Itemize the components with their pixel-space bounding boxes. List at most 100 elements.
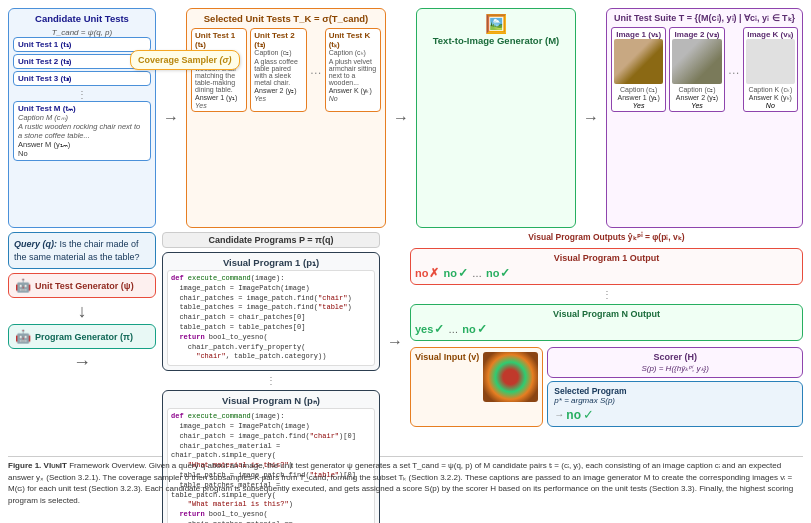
sel-test-k-answer-val: No <box>329 95 377 102</box>
check-icon-3: ✓ <box>434 322 444 336</box>
unit-test-suite-title: Unit Test Suite T = {(M(cᵢ), yᵢ) | ∀cᵢ, … <box>611 13 798 23</box>
suite-image-k-placeholder <box>746 39 795 84</box>
candidate-test-2-label: Unit Test 2 (t₂) <box>18 57 146 66</box>
suite-images-row: Image 1 (v₁) Caption (c₁) Answer 1 (y₁) … <box>611 27 798 112</box>
vp1-out-no-check-k: no ✓ <box>486 266 510 280</box>
candidate-programs-label: Candidate Programs P = π(q) <box>162 232 380 248</box>
sel-test-2-caption-id: Caption (c₂) <box>254 49 302 57</box>
program-gen-icon: 🤖 <box>15 329 31 344</box>
suite-image-k-answer-val: No <box>746 102 795 109</box>
cross-icon-1: ✗ <box>429 266 439 280</box>
vp1-out-no-check: no ✓ <box>443 266 467 280</box>
arrow-utgen-to-proggen: ↓ <box>8 302 156 320</box>
result-no: no <box>566 408 581 422</box>
selected-tests-row: Unit Test 1 (t₁) Caption (c₁) A sturdy w… <box>191 28 381 112</box>
t2i-icon: 🖼️ <box>421 13 571 35</box>
vpn-title: Visual Program N (pₙ) <box>167 395 375 406</box>
vp1-code: def execute_command(image): image_patch … <box>167 270 375 366</box>
suite-image-k: Image K (vₖ) Caption K (cₖ) Answer K (yₖ… <box>743 27 798 112</box>
sel-test-k-answer-label: Answer K (yₖ) <box>329 87 377 95</box>
output-dots-n: … <box>448 324 458 335</box>
left-col: Query (q): Is the chair made of the same… <box>8 232 156 452</box>
no-text-n: no <box>462 323 475 335</box>
candidate-test-1-label: Unit Test 1 (t₁) <box>18 40 146 49</box>
sel-test-2-label: Unit Test 2 (t₂) <box>254 31 302 49</box>
arrow-selected-to-t2i: → <box>392 8 410 228</box>
outputs-col: Visual Program Outputs ŷₖᵖⁱ = φ(pᵢ, vₖ) … <box>410 232 803 452</box>
selected-prog-result: → no ✓ <box>554 407 796 422</box>
sel-test-k-caption-id: Caption (cₖ) <box>329 49 377 57</box>
coverage-sampler-bubble: Coverage Sampler (σ) <box>130 50 240 70</box>
suite-image-k-answer-label: Answer K (yₖ) <box>746 94 795 102</box>
sel-test-1-answer-label: Answer 1 (y₁) <box>195 94 243 102</box>
check-icon-4: ✓ <box>477 322 487 336</box>
bottom-row: Query (q): Is the chair made of the same… <box>8 232 803 452</box>
scorer-box: Scorer (H) S(p) = H({hŷₖᵖⁱ, yₖ}) <box>547 347 803 378</box>
vp-outputs-header: Visual Program Outputs ŷₖᵖⁱ = φ(pᵢ, vₖ) <box>410 232 803 242</box>
dots-between-outputs: ⋮ <box>410 289 803 300</box>
candidate-test-3: Unit Test 3 (t₃) <box>13 71 151 86</box>
suite-image-1-label: Image 1 (v₁) <box>614 30 663 39</box>
candidate-test-m: Unit Test M (tₘ) Caption M (cₘ) A rustic… <box>13 101 151 161</box>
candidate-test-m-answer-val: No <box>18 149 146 158</box>
vp1-output-title: Visual Program 1 Output <box>415 253 798 263</box>
candidate-test-m-answer-label: Answer M (y₁ₘ) <box>18 140 146 149</box>
check-icon-2: ✓ <box>500 266 510 280</box>
visual-program-n-box: Visual Program N (pₙ) def execute_comman… <box>162 390 380 523</box>
candidate-test-m-caption: A rustic wooden rocking chair next to a … <box>18 122 146 140</box>
main-container: Candidate Unit Tests T_cand = ψ(q, p) Un… <box>0 0 811 523</box>
scorer-section: Visual Input (v) Scorer (H) S(p) = H({hŷ… <box>410 347 803 427</box>
dots-between-suite-images: … <box>728 27 740 112</box>
candidate-test-3-label: Unit Test 3 (t₃) <box>18 74 146 83</box>
arrow-proggen-out: → <box>8 353 156 371</box>
candidate-unit-tests-formula: T_cand = ψ(q, p) <box>13 28 151 37</box>
visual-programs-col: Candidate Programs P = π(q) Visual Progr… <box>162 232 380 452</box>
sel-test-2-answer-label: Answer 2 (y₂) <box>254 87 302 95</box>
query-box: Query (q): Is the chair made of the same… <box>8 232 156 269</box>
scorer-formula: S(p) = H({hŷₖᵖⁱ, yₖ}) <box>554 364 796 373</box>
arrow-programs-to-outputs: → <box>386 232 404 452</box>
program-gen-label: Program Generator (π) <box>35 332 133 342</box>
vpn-out-yes-check: yes ✓ <box>415 322 444 336</box>
figure-caption-text: Framework Overview. Given a query q abou… <box>8 461 793 505</box>
vp1-output-row: no ✗ no ✓ … no ✓ <box>415 266 798 280</box>
sel-test-1-answer-val: Yes <box>195 102 243 109</box>
t2i-generator-title: Text-to-Image Generator (M) <box>421 35 571 46</box>
unit-test-gen-label: Unit Test Generator (ψ) <box>35 281 134 291</box>
suite-image-k-label: Image K (vₖ) <box>746 30 795 39</box>
sel-test-1-label: Unit Test 1 (t₁) <box>195 31 243 49</box>
suite-image-1: Image 1 (v₁) Caption (c₁) Answer 1 (y₁) … <box>611 27 666 112</box>
vp1-out-no-cross: no ✗ <box>415 266 439 280</box>
suite-image-1-caption: Caption (c₁) <box>614 86 663 94</box>
vp1-title: Visual Program 1 (p₁) <box>167 257 375 268</box>
suite-image-1-placeholder <box>614 39 663 84</box>
sel-test-k: Unit Test K (tₖ) Caption (cₖ) A plush ve… <box>325 28 381 112</box>
visual-input-box: Visual Input (v) <box>410 347 543 427</box>
dots-between-programs: ⋮ <box>162 375 380 386</box>
output-dots-1: … <box>472 268 482 279</box>
sel-test-k-caption: A plush velvet armchair sitting next to … <box>329 58 377 86</box>
program-generator-box: 🤖 Program Generator (π) <box>8 324 156 349</box>
vpn-output-box: Visual Program N Output yes ✓ … no ✓ <box>410 304 803 341</box>
candidate-test-m-caption-label: Caption M (cₘ) <box>18 113 146 122</box>
visual-input-label: Visual Input (v) <box>415 352 479 362</box>
arrow-t2i-to-suite: → <box>582 8 600 228</box>
food-image <box>483 352 538 402</box>
suite-image-1-answer-val: Yes <box>614 102 663 109</box>
query-label: Query (q): <box>14 239 60 249</box>
figure-number: Figure 1. <box>8 461 41 470</box>
vertical-dots-candidate: ⋮ <box>13 89 151 100</box>
vpn-out-no-check: no ✓ <box>462 322 486 336</box>
candidate-test-1: Unit Test 1 (t₁) <box>13 37 151 52</box>
arrow-candidate-to-selected: → <box>162 8 180 228</box>
result-check: ✓ <box>583 407 594 422</box>
vpn-output-title: Visual Program N Output <box>415 309 798 319</box>
sel-test-2: Unit Test 2 (t₂) Caption (c₂) A glass co… <box>250 28 306 112</box>
suite-image-2-caption: Caption (c₂) <box>672 86 721 94</box>
suite-image-2-label: Image 2 (v₂) <box>672 30 721 39</box>
sel-test-k-label: Unit Test K (tₖ) <box>329 31 377 49</box>
suite-image-1-answer-label: Answer 1 (y₁) <box>614 94 663 102</box>
candidate-unit-tests-box: Candidate Unit Tests T_cand = ψ(q, p) Un… <box>8 8 156 228</box>
suite-image-2-answer-val: Yes <box>672 102 721 109</box>
coverage-sampler-symbol: (σ) <box>220 55 232 65</box>
